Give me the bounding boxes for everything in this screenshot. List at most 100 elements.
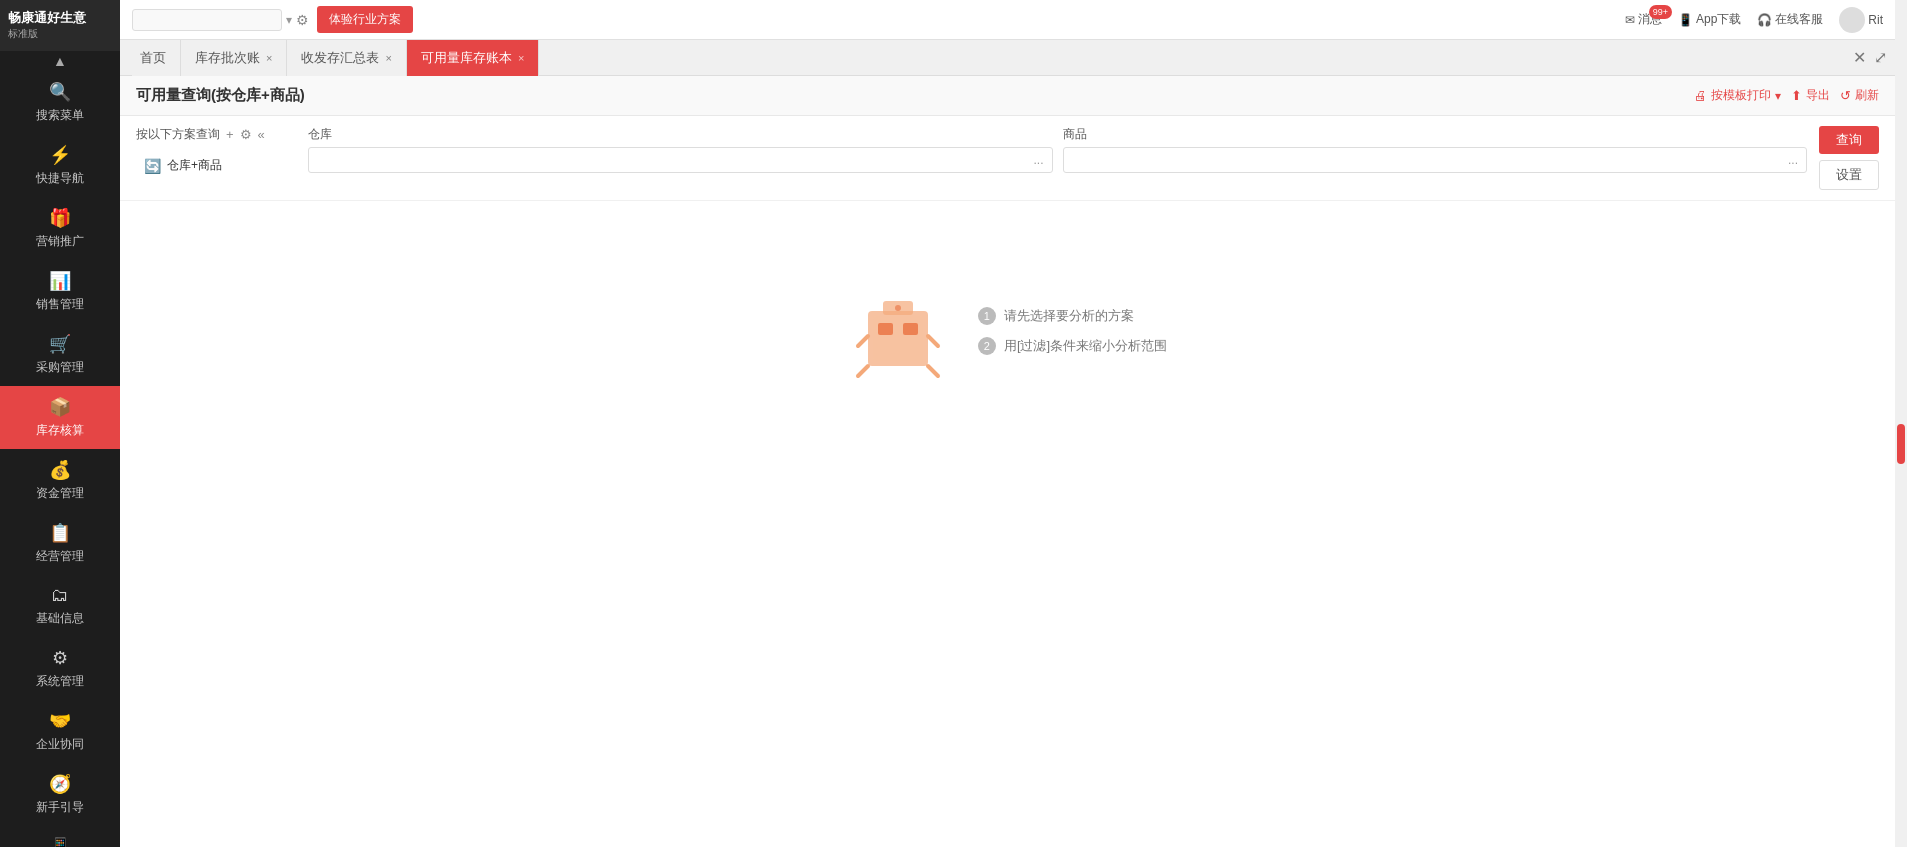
empty-tips: 1 请先选择要分析的方案 2 用[过滤]条件来缩小分析范围 xyxy=(978,307,1167,355)
sidebar-item-search[interactable]: 🔍 搜索菜单 xyxy=(0,71,120,134)
brand-version: 标准版 xyxy=(8,27,38,41)
print-label: 按模板打印 xyxy=(1711,87,1771,104)
filter-actions: 查询 设置 xyxy=(1819,126,1879,190)
brand-name: 畅康通好生意 xyxy=(8,10,86,27)
tab-receivable-summary[interactable]: 收发存汇总表 × xyxy=(287,40,406,76)
sidebar-label-basic: 基础信息 xyxy=(36,610,84,627)
app-download-label: App下载 xyxy=(1696,11,1741,28)
scheme-warehouse-product[interactable]: 🔄 仓库+商品 xyxy=(136,151,296,180)
tab-close-receivable-summary[interactable]: × xyxy=(385,52,391,64)
empty-state: 1 请先选择要分析的方案 2 用[过滤]条件来缩小分析范围 xyxy=(120,201,1895,461)
sidebar-icon-enterprise: 🤝 xyxy=(49,710,71,732)
online-service-label: 在线客服 xyxy=(1775,11,1823,28)
refresh-action[interactable]: ↺ 刷新 xyxy=(1840,87,1879,104)
user-area[interactable]: Rit xyxy=(1839,7,1883,33)
industry-btn[interactable]: 体验行业方案 xyxy=(317,6,413,33)
empty-illustration xyxy=(848,281,948,381)
sidebar-label-search: 搜索菜单 xyxy=(36,107,84,124)
tab-batch-account[interactable]: 库存批次账 × xyxy=(181,40,287,76)
sidebar-icon-finance: 💰 xyxy=(49,459,71,481)
tab-close-available-ledger[interactable]: × xyxy=(518,52,524,64)
svg-line-4 xyxy=(858,336,868,346)
message-icon: ✉ xyxy=(1625,13,1635,27)
right-scrollbar[interactable] xyxy=(1895,0,1907,847)
scheme-settings-btn[interactable]: ⚙ xyxy=(240,127,252,142)
app-download-item[interactable]: 📱 App下载 xyxy=(1678,11,1741,28)
sidebar-item-app-center[interactable]: 📱 应用中心 xyxy=(0,826,120,847)
print-icon: 🖨 xyxy=(1694,88,1707,103)
sidebar-icon-operations: 📋 xyxy=(49,522,71,544)
warehouse-input[interactable]: ... xyxy=(308,147,1053,173)
schemes-label: 按以下方案查询 xyxy=(136,126,220,143)
sidebar-icon-inventory: 📦 xyxy=(49,396,71,418)
query-button[interactable]: 查询 xyxy=(1819,126,1879,154)
sidebar-item-operations[interactable]: 📋 经营管理 xyxy=(0,512,120,575)
scrollbar-thumb xyxy=(1897,424,1905,464)
dropdown-icon[interactable]: ▾ xyxy=(286,13,292,27)
tab-home[interactable]: 首页 xyxy=(132,40,181,76)
page-header: 可用量查询(按仓库+商品) 🖨 按模板打印 ▾ ⬆ 导出 ↺ 刷新 xyxy=(120,76,1895,116)
tab-label-available-ledger: 可用量库存账本 xyxy=(421,49,512,67)
tip-num-2: 2 xyxy=(978,337,996,355)
product-dots[interactable]: ... xyxy=(1788,153,1798,167)
avatar xyxy=(1839,7,1865,33)
svg-rect-1 xyxy=(873,316,923,361)
sidebar-item-basic[interactable]: 🗂 基础信息 xyxy=(0,575,120,637)
product-input[interactable]: ... xyxy=(1063,147,1808,173)
sidebar-item-inventory[interactable]: 📦 库存核算 xyxy=(0,386,120,449)
topbar-settings-icon[interactable]: ⚙ xyxy=(296,12,309,28)
sidebar-scroll-up[interactable]: ▲ xyxy=(0,51,120,71)
tab-available-ledger[interactable]: 可用量库存账本 × xyxy=(407,40,539,76)
tip-text-1: 请先选择要分析的方案 xyxy=(1004,307,1134,325)
filter-area: 按以下方案查询 + ⚙ « 🔄 仓库+商品 仓库 ... xyxy=(120,116,1895,201)
svg-line-8 xyxy=(858,366,868,376)
topbar-right: ✉ 消息 99+ 📱 App下载 🎧 在线客服 Rit xyxy=(1625,7,1883,33)
tabs-right-controls: ✕ ⤢ xyxy=(1853,48,1895,67)
online-service-item[interactable]: 🎧 在线客服 xyxy=(1757,11,1823,28)
print-action[interactable]: 🖨 按模板打印 ▾ xyxy=(1694,87,1781,104)
empty-tip-1: 1 请先选择要分析的方案 xyxy=(978,307,1167,325)
tab-label-receivable-summary: 收发存汇总表 xyxy=(301,49,379,67)
page-content: 可用量查询(按仓库+商品) 🖨 按模板打印 ▾ ⬆ 导出 ↺ 刷新 xyxy=(120,76,1895,847)
filter-fields: 仓库 ... 商品 ... xyxy=(308,126,1807,173)
sidebar-item-guide[interactable]: 🧭 新手引导 xyxy=(0,763,120,826)
tab-close-btn[interactable]: ✕ xyxy=(1853,48,1866,67)
sidebar-item-quick-nav[interactable]: ⚡ 快捷导航 xyxy=(0,134,120,197)
collapse-btn[interactable]: « xyxy=(258,127,265,142)
sidebar-item-marketing[interactable]: 🎁 营销推广 xyxy=(0,197,120,260)
empty-state-body: 1 请先选择要分析的方案 2 用[过滤]条件来缩小分析范围 xyxy=(848,281,1167,381)
filter-settings-button[interactable]: 设置 xyxy=(1819,160,1879,190)
scheme-label-warehouse-product: 仓库+商品 xyxy=(167,157,222,174)
tab-label-batch-account: 库存批次账 xyxy=(195,49,260,67)
warehouse-dots[interactable]: ... xyxy=(1033,153,1043,167)
export-action[interactable]: ⬆ 导出 xyxy=(1791,87,1830,104)
tab-close-batch-account[interactable]: × xyxy=(266,52,272,64)
topbar: ▾ ⚙ 体验行业方案 ✉ 消息 99+ 📱 App下载 🎧 在线客服 Rit xyxy=(120,0,1895,40)
product-field: 商品 ... xyxy=(1063,126,1808,173)
sidebar-item-system[interactable]: ⚙ 系统管理 xyxy=(0,637,120,700)
sidebar-icon-search: 🔍 xyxy=(49,81,71,103)
sidebar-label-inventory: 库存核算 xyxy=(36,422,84,439)
app-download-icon: 📱 xyxy=(1678,13,1693,27)
sidebar: 畅康通好生意 标准版 ▲ 🔍 搜索菜单 ⚡ 快捷导航 🎁 营销推广 📊 销售管理… xyxy=(0,0,120,847)
sidebar-icon-sales: 📊 xyxy=(49,270,71,292)
refresh-icon: ↺ xyxy=(1840,88,1851,103)
search-input[interactable] xyxy=(132,9,282,31)
sidebar-label-enterprise: 企业协同 xyxy=(36,736,84,753)
sidebar-label-operations: 经营管理 xyxy=(36,548,84,565)
sidebar-header: 畅康通好生意 标准版 xyxy=(0,0,120,51)
message-item[interactable]: ✉ 消息 99+ xyxy=(1625,11,1662,28)
export-label: 导出 xyxy=(1806,87,1830,104)
tip-num-1: 1 xyxy=(978,307,996,325)
add-scheme-btn[interactable]: + xyxy=(226,127,234,142)
sidebar-item-purchase[interactable]: 🛒 采购管理 xyxy=(0,323,120,386)
sidebar-icon-app-center: 📱 xyxy=(49,836,71,847)
refresh-label: 刷新 xyxy=(1855,87,1879,104)
tab-maximize-btn[interactable]: ⤢ xyxy=(1874,48,1887,67)
filter-schemes-panel: 按以下方案查询 + ⚙ « 🔄 仓库+商品 xyxy=(136,126,296,180)
sidebar-item-sales[interactable]: 📊 销售管理 xyxy=(0,260,120,323)
sidebar-label-finance: 资金管理 xyxy=(36,485,84,502)
scheme-icon-warehouse-product: 🔄 xyxy=(144,158,161,174)
sidebar-item-finance[interactable]: 💰 资金管理 xyxy=(0,449,120,512)
sidebar-item-enterprise[interactable]: 🤝 企业协同 xyxy=(0,700,120,763)
